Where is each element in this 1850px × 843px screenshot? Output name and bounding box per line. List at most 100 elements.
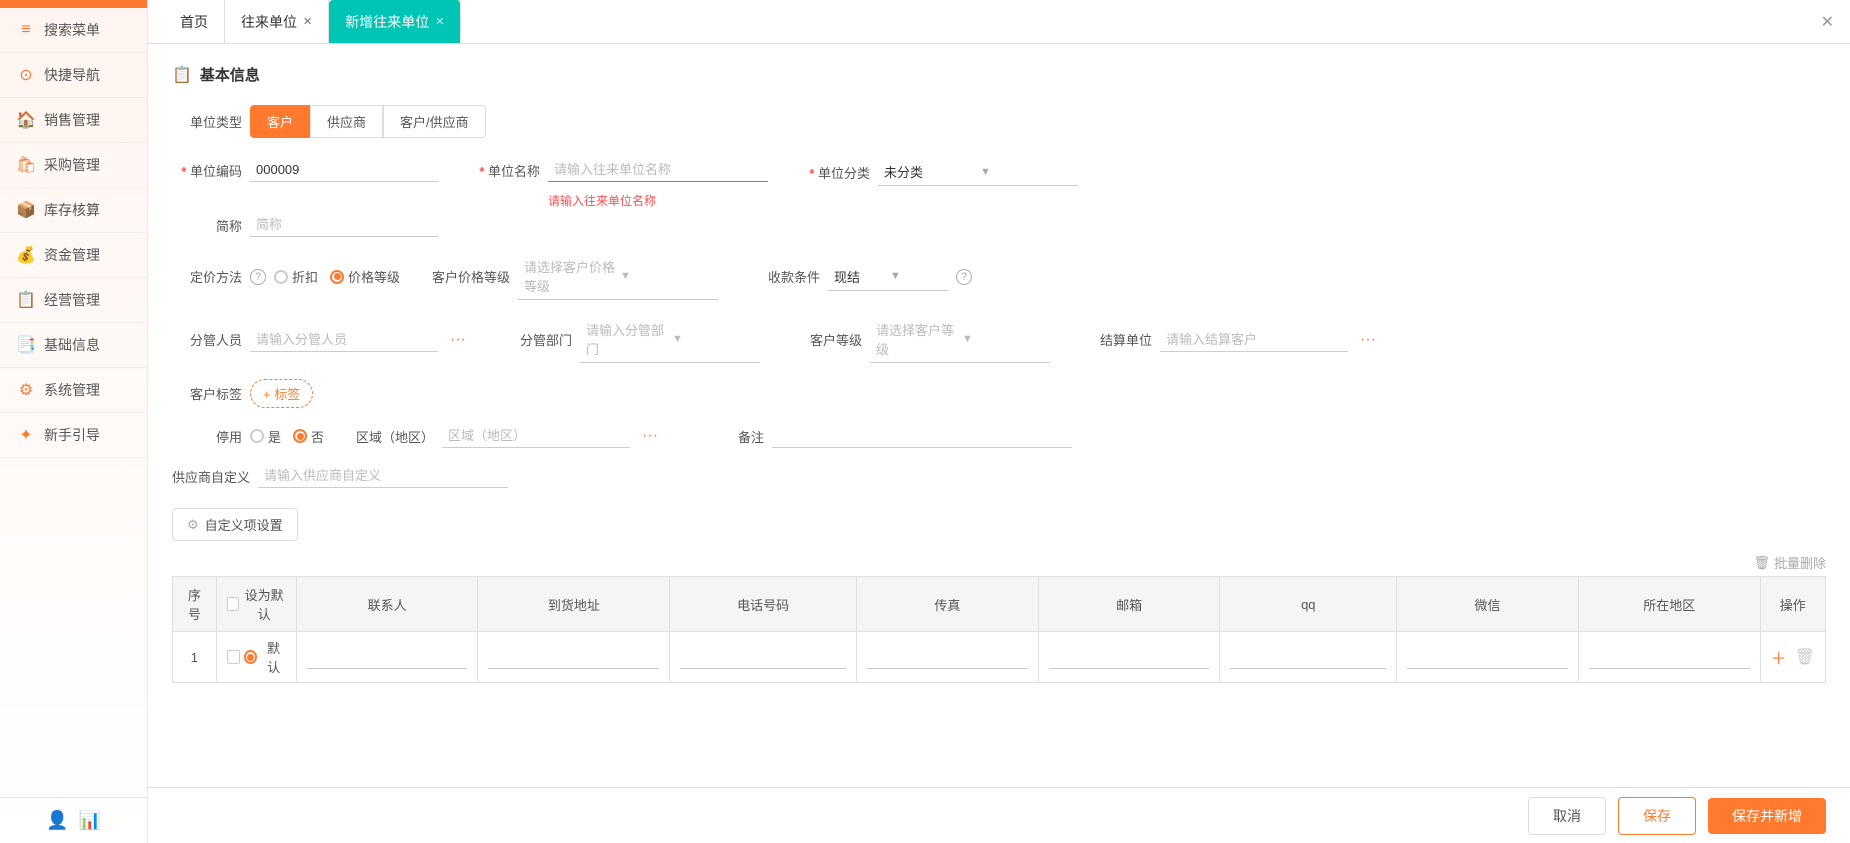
row-region[interactable] bbox=[1578, 632, 1760, 683]
sidebar-item-system[interactable]: ⚙ 系统管理 bbox=[0, 368, 147, 413]
tab-new-contact-close[interactable]: ✕ bbox=[435, 15, 444, 28]
sidebar-item-inventory[interactable]: 📦 库存核算 bbox=[0, 188, 147, 233]
disabled-radio-no[interactable]: 否 bbox=[293, 427, 324, 446]
region-input[interactable] bbox=[442, 424, 630, 448]
delete-row-icon[interactable]: 🗑 bbox=[1795, 647, 1815, 667]
tab-home[interactable]: 首页 bbox=[164, 0, 225, 43]
type-btn-customer[interactable]: 客户 bbox=[250, 105, 310, 138]
remark-input[interactable] bbox=[772, 424, 1072, 448]
row-qq[interactable] bbox=[1220, 632, 1397, 683]
cancel-button[interactable]: 取消 bbox=[1528, 797, 1606, 835]
unit-category-select[interactable]: 未分类 ▼ bbox=[878, 158, 1078, 186]
add-tag-button[interactable]: + 标签 bbox=[250, 379, 313, 408]
settlement-unit-more-icon[interactable]: ··· bbox=[1356, 331, 1380, 349]
unit-type-row: 单位类型 客户 供应商 客户/供应商 bbox=[172, 105, 1826, 138]
sidebar-item-base-info[interactable]: 📑 基础信息 bbox=[0, 323, 147, 368]
department-label: 分管部门 bbox=[502, 330, 572, 349]
row-contact[interactable] bbox=[296, 632, 478, 683]
row-default: 默认 bbox=[216, 632, 296, 683]
sidebar-item-operations[interactable]: 📋 经营管理 bbox=[0, 278, 147, 323]
sidebar-item-label: 库存核算 bbox=[44, 200, 100, 220]
add-row-icon[interactable]: ＋ bbox=[1771, 645, 1787, 669]
select-all-checkbox[interactable] bbox=[227, 597, 239, 611]
close-all-tabs-icon[interactable]: ✕ bbox=[1821, 12, 1834, 32]
batch-delete-label[interactable]: 批量删除 bbox=[1774, 553, 1826, 572]
tab-contacts-close[interactable]: ✕ bbox=[303, 15, 312, 28]
supplier-custom-label: 供应商自定义 bbox=[172, 467, 250, 486]
email-input[interactable] bbox=[1049, 645, 1210, 669]
unit-code-input[interactable] bbox=[250, 158, 438, 182]
batch-delete-area: 🗑 批量删除 bbox=[172, 553, 1826, 572]
sidebar-expand-icon[interactable]: 👤 bbox=[46, 810, 68, 831]
disabled-radio-yes[interactable]: 是 bbox=[250, 427, 281, 446]
settlement-unit-input[interactable] bbox=[1160, 328, 1348, 352]
sidebar-item-label: 销售管理 bbox=[44, 110, 100, 130]
region-table-input[interactable] bbox=[1589, 645, 1750, 669]
phone-input[interactable] bbox=[680, 645, 846, 669]
sidebar-item-search[interactable]: ≡ 搜索菜单 bbox=[0, 8, 147, 53]
row-fax[interactable] bbox=[857, 632, 1039, 683]
pricing-help-icon[interactable]: ? bbox=[250, 269, 266, 285]
sidebar-item-finance[interactable]: 💰 资金管理 bbox=[0, 233, 147, 278]
abbreviation-label: 简称 bbox=[172, 216, 242, 235]
section-icon: 📋 bbox=[172, 65, 192, 85]
save-new-button[interactable]: 保存并新增 bbox=[1708, 798, 1826, 834]
sidebar-item-sales[interactable]: 🏠 销售管理 bbox=[0, 98, 147, 143]
qq-input[interactable] bbox=[1230, 645, 1386, 669]
abbreviation-input[interactable] bbox=[250, 213, 438, 237]
department-select[interactable]: 请输入分管部门 ▼ bbox=[580, 316, 760, 363]
pricing-radio-discount[interactable]: 折扣 bbox=[274, 267, 318, 286]
customer-price-level-field: 客户价格等级 请选择客户价格等级 ▼ bbox=[432, 253, 718, 300]
row-checkbox[interactable] bbox=[227, 650, 240, 664]
col-fax: 传真 bbox=[857, 577, 1039, 632]
wechat-input[interactable] bbox=[1407, 645, 1568, 669]
row-default-radio[interactable]: 默认 bbox=[244, 638, 286, 676]
row-email[interactable] bbox=[1038, 632, 1220, 683]
tab-new-contact[interactable]: 新增往来单位 ✕ bbox=[329, 0, 461, 43]
unit-name-input[interactable] bbox=[548, 158, 768, 182]
pricing-radio-price-level[interactable]: 价格等级 bbox=[330, 267, 400, 286]
payment-terms-help-icon[interactable]: ? bbox=[956, 269, 972, 285]
address-input[interactable] bbox=[488, 645, 659, 669]
type-btn-both[interactable]: 客户/供应商 bbox=[383, 105, 486, 138]
payment-terms-arrow-icon: ▼ bbox=[890, 270, 942, 282]
row-wechat[interactable] bbox=[1397, 632, 1579, 683]
save-button[interactable]: 保存 bbox=[1618, 797, 1696, 835]
disabled-field: 停用 是 否 bbox=[172, 427, 324, 446]
pricing-method-label: 定价方法 bbox=[172, 267, 242, 286]
sidebar-item-guide[interactable]: ✦ 新手引导 bbox=[0, 413, 147, 458]
customer-price-level-label: 客户价格等级 bbox=[432, 267, 510, 286]
fax-input[interactable] bbox=[867, 645, 1028, 669]
type-btn-supplier[interactable]: 供应商 bbox=[310, 105, 383, 138]
unit-code-field: 单位编码 bbox=[172, 158, 438, 182]
customer-level-select[interactable]: 请选择客户等级 ▼ bbox=[870, 316, 1050, 363]
col-address: 到货地址 bbox=[478, 577, 670, 632]
unit-name-error: 请输入往来单位名称 bbox=[548, 192, 656, 209]
tab-contacts[interactable]: 往来单位 ✕ bbox=[225, 0, 329, 43]
region-label: 区域（地区） bbox=[356, 427, 434, 446]
custom-settings-button[interactable]: ⚙ 自定义项设置 bbox=[172, 508, 298, 541]
payment-terms-select[interactable]: 现结 ▼ bbox=[828, 263, 948, 291]
row-seq: 1 bbox=[173, 632, 217, 683]
contact-input[interactable] bbox=[307, 645, 468, 669]
row-address[interactable] bbox=[478, 632, 670, 683]
manager-more-icon[interactable]: ··· bbox=[446, 331, 470, 349]
unit-code-label: 单位编码 bbox=[172, 161, 242, 180]
row-default-circle bbox=[244, 650, 257, 664]
search-icon: ≡ bbox=[16, 21, 36, 39]
unit-name-field: 单位名称 请输入往来单位名称 bbox=[470, 158, 768, 209]
supplier-custom-input[interactable] bbox=[258, 464, 508, 488]
sidebar-item-quick-nav[interactable]: ⊙ 快捷导航 bbox=[0, 53, 147, 98]
sidebar-collapse-icon[interactable]: 📊 bbox=[79, 810, 101, 831]
customer-level-field: 客户等级 请选择客户等级 ▼ bbox=[792, 316, 1050, 363]
disabled-yes-circle bbox=[250, 429, 264, 443]
row-phone[interactable] bbox=[670, 632, 857, 683]
customer-price-level-select[interactable]: 请选择客户价格等级 ▼ bbox=[518, 253, 718, 300]
unit-name-label: 单位名称 bbox=[470, 161, 540, 180]
manager-input[interactable] bbox=[250, 328, 438, 352]
sidebar-item-purchase[interactable]: 🛍 采购管理 bbox=[0, 143, 147, 188]
base-info-icon: 📑 bbox=[16, 335, 36, 355]
region-more-icon[interactable]: ··· bbox=[638, 427, 662, 445]
disabled-radio-group: 是 否 bbox=[250, 427, 324, 446]
department-arrow-icon: ▼ bbox=[672, 333, 754, 345]
